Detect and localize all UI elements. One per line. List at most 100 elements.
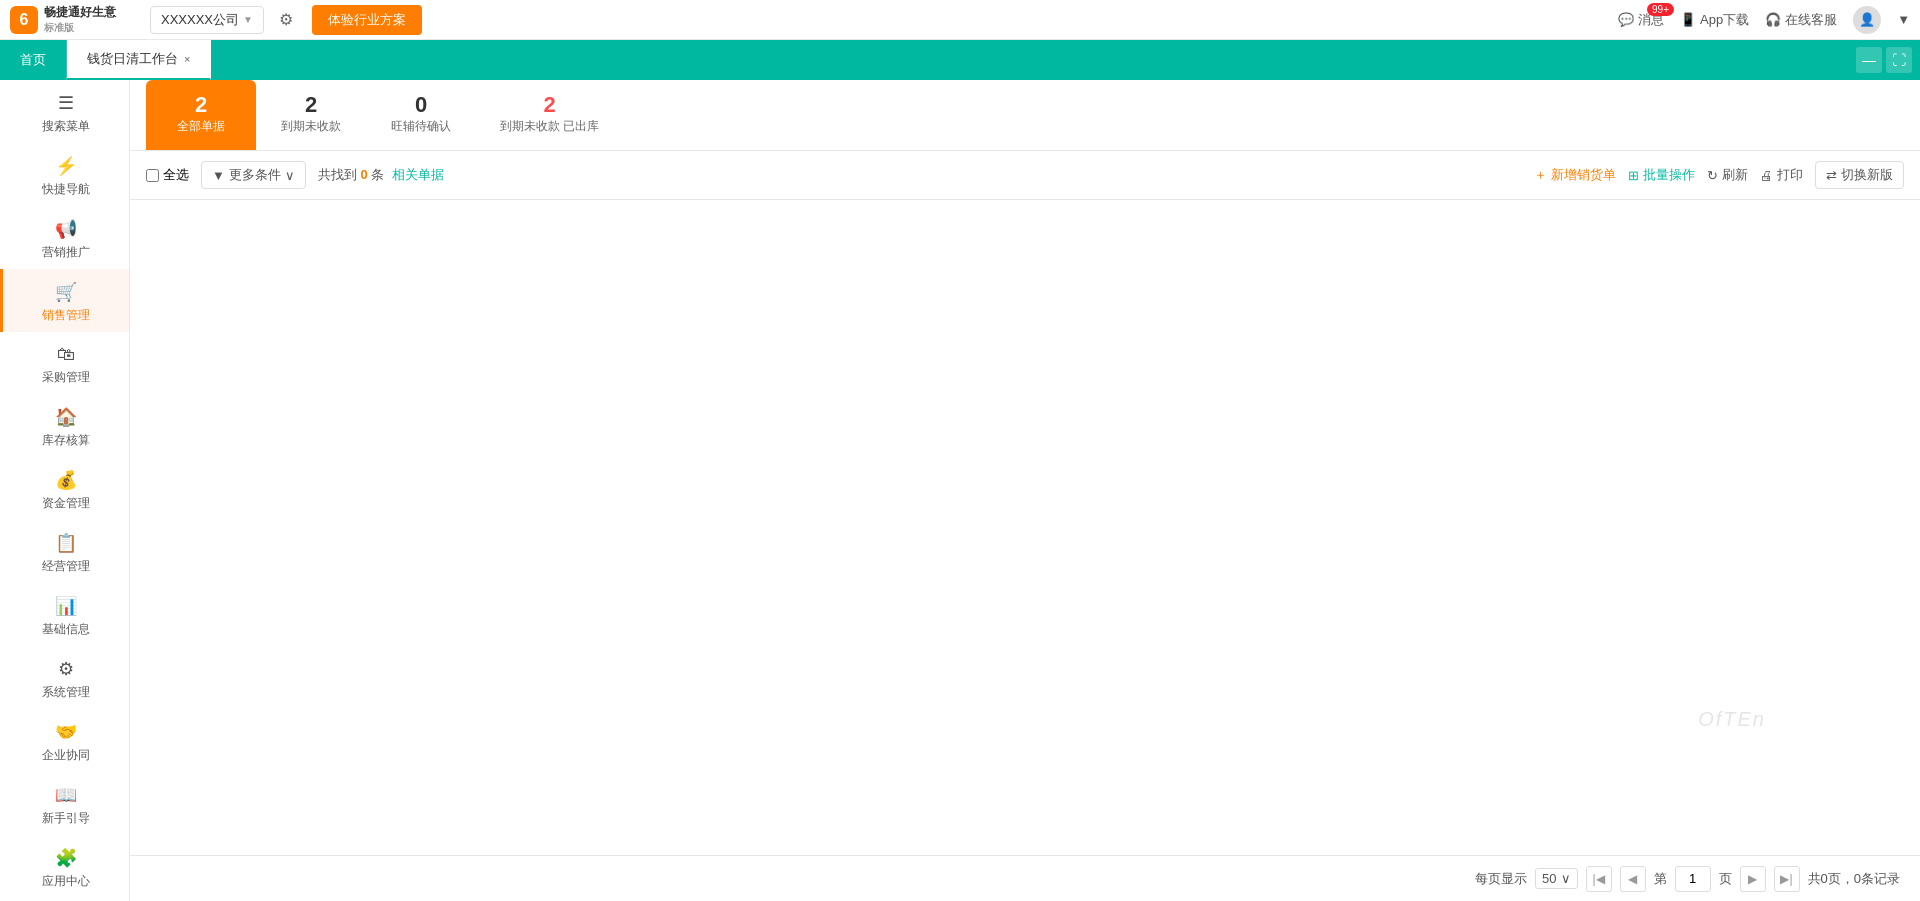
sidebar-item-system[interactable]: ⚙ 系统管理 xyxy=(0,646,129,709)
cooperation-icon: 🤝 xyxy=(55,721,77,743)
sidebar-item-quick-nav[interactable]: ⚡ 快捷导航 xyxy=(0,143,129,206)
table-area xyxy=(130,200,1920,855)
sidebar-item-guide[interactable]: 📖 新手引导 xyxy=(0,772,129,835)
sidebar-item-inventory[interactable]: 🏠 库存核算 xyxy=(0,394,129,457)
stat-shipped-num: 2 xyxy=(500,92,599,118)
toolbar: 全选 ▼ 更多条件 ∨ 共找到 0 条 相关单据 ＋ 新增销货单 ⊞ xyxy=(130,151,1920,200)
stat-pending-num: 0 xyxy=(390,92,452,118)
trial-button[interactable]: 体验行业方案 xyxy=(312,5,422,35)
tab-workbench-label: 钱货日清工作台 xyxy=(87,50,178,68)
sidebar-item-purchase[interactable]: 🛍 采购管理 xyxy=(0,332,129,394)
username[interactable]: ▼ xyxy=(1897,12,1910,27)
message-button[interactable]: 💬 消息 99+ xyxy=(1618,11,1664,29)
filter-icon: ▼ xyxy=(212,168,225,183)
message-icon: 💬 xyxy=(1618,12,1634,27)
app-download-button[interactable]: 📱 App下载 xyxy=(1680,11,1749,29)
print-button[interactable]: 🖨 打印 xyxy=(1760,166,1803,184)
tab-close-icon[interactable]: × xyxy=(184,53,190,65)
pagination-bar: 每页显示 50 ∨ |◀ ◀ 第 页 ▶ ▶| 共0页，0条记录 xyxy=(130,855,1920,901)
logo-main-text: 畅捷通好生意 xyxy=(44,4,116,21)
last-page-button[interactable]: ▶| xyxy=(1774,866,1800,892)
sidebar-item-quick-nav-label: 快捷导航 xyxy=(42,181,90,198)
select-all-checkbox[interactable]: 全选 xyxy=(146,166,189,184)
tab-home[interactable]: 首页 xyxy=(0,40,67,80)
select-all-input[interactable] xyxy=(146,169,159,182)
batch-icon: ⊞ xyxy=(1628,168,1639,183)
sidebar-item-basic-info-label: 基础信息 xyxy=(42,621,90,638)
inventory-icon: 🏠 xyxy=(55,406,77,428)
found-count-info: 共找到 0 条 相关单据 xyxy=(318,166,444,184)
sidebar-item-finance-label: 资金管理 xyxy=(42,495,90,512)
message-badge: 99+ xyxy=(1647,3,1674,16)
print-label: 打印 xyxy=(1777,166,1803,184)
topbar: 6 畅捷通好生意 标准版 XXXXXX公司 ▼ ⚙ 体验行业方案 💬 消息 99… xyxy=(0,0,1920,40)
sidebar-item-marketing[interactable]: 📢 营销推广 xyxy=(0,206,129,269)
stat-tab-all[interactable]: 2 全部单据 xyxy=(146,80,256,150)
tab-minimize-icon[interactable]: — xyxy=(1856,47,1882,73)
stat-tab-overdue[interactable]: 2 到期未收款 xyxy=(256,80,366,150)
tab-workbench[interactable]: 钱货日清工作台 × xyxy=(67,40,211,80)
first-page-button[interactable]: |◀ xyxy=(1586,866,1612,892)
add-sale-order-button[interactable]: ＋ 新增销货单 xyxy=(1534,166,1616,184)
stat-overdue-num: 2 xyxy=(280,92,342,118)
add-label: 新增销货单 xyxy=(1551,166,1616,184)
refresh-label: 刷新 xyxy=(1722,166,1748,184)
prev-page-button[interactable]: ◀ xyxy=(1620,866,1646,892)
batch-operation-button[interactable]: ⊞ 批量操作 xyxy=(1628,166,1695,184)
batch-label: 批量操作 xyxy=(1643,166,1695,184)
filter-label: 更多条件 xyxy=(229,166,281,184)
more-filters-button[interactable]: ▼ 更多条件 ∨ xyxy=(201,161,306,189)
tab-maximize-icon[interactable]: ⛶ xyxy=(1886,47,1912,73)
next-page-button[interactable]: ▶ xyxy=(1740,866,1766,892)
sidebar-item-basic-info[interactable]: 📊 基础信息 xyxy=(0,583,129,646)
stat-overdue-label: 到期未收款 xyxy=(281,119,341,133)
stat-tab-shipped[interactable]: 2 到期未收款 已出库 xyxy=(476,80,623,150)
page-size-value: 50 xyxy=(1542,871,1556,886)
stat-all-label: 全部单据 xyxy=(177,119,225,133)
sidebar-item-guide-label: 新手引导 xyxy=(42,810,90,827)
page-size-select[interactable]: 50 ∨ xyxy=(1535,868,1577,889)
page-number-input[interactable] xyxy=(1675,866,1711,892)
search-menu-icon: ☰ xyxy=(58,92,74,114)
content-area: 2 全部单据 2 到期未收款 0 旺辅待确认 2 到期未收款 已出库 全选 xyxy=(130,80,1920,901)
found-prefix: 共找到 xyxy=(318,167,357,182)
stats-tabs: 2 全部单据 2 到期未收款 0 旺辅待确认 2 到期未收款 已出库 xyxy=(130,80,1920,151)
app-center-icon: 🧩 xyxy=(55,847,77,869)
switch-new-version-button[interactable]: ⇄ 切换新版 xyxy=(1815,161,1904,189)
sidebar-item-search-label: 搜索菜单 xyxy=(42,118,90,135)
avatar[interactable]: 👤 xyxy=(1853,6,1881,34)
stat-tab-pending[interactable]: 0 旺辅待确认 xyxy=(366,80,476,150)
service-label: 在线客服 xyxy=(1785,11,1837,29)
refresh-button[interactable]: ↻ 刷新 xyxy=(1707,166,1748,184)
sidebar-item-cooperation[interactable]: 🤝 企业协同 xyxy=(0,709,129,772)
sidebar-item-finance[interactable]: 💰 资金管理 xyxy=(0,457,129,520)
topbar-right: 💬 消息 99+ 📱 App下载 🎧 在线客服 👤 ▼ xyxy=(1618,6,1910,34)
tab-right-buttons: — ⛶ xyxy=(1856,40,1920,80)
system-icon: ⚙ xyxy=(58,658,74,680)
sidebar-item-business[interactable]: 📋 经营管理 xyxy=(0,520,129,583)
business-icon: 📋 xyxy=(55,532,77,554)
settings-icon[interactable]: ⚙ xyxy=(272,6,300,34)
purchase-icon: 🛍 xyxy=(57,344,75,365)
company-selector[interactable]: XXXXXX公司 ▼ xyxy=(150,6,264,34)
add-icon: ＋ xyxy=(1534,166,1547,184)
sidebar-item-cooperation-label: 企业协同 xyxy=(42,747,90,764)
sidebar-item-purchase-label: 采购管理 xyxy=(42,369,90,386)
found-link[interactable]: 相关单据 xyxy=(392,167,444,182)
sidebar-item-search[interactable]: ☰ 搜索菜单 xyxy=(0,80,129,143)
sidebar-item-sales[interactable]: 🛒 销售管理 xyxy=(0,269,129,332)
sidebar-item-inventory-label: 库存核算 xyxy=(42,432,90,449)
app-label: App下载 xyxy=(1700,11,1749,29)
guide-icon: 📖 xyxy=(55,784,77,806)
online-service-button[interactable]: 🎧 在线客服 xyxy=(1765,11,1837,29)
sidebar-item-system-label: 系统管理 xyxy=(42,684,90,701)
tab-home-label: 首页 xyxy=(20,51,46,69)
switch-label: 切换新版 xyxy=(1841,166,1893,184)
sidebar-item-app-center[interactable]: 🧩 应用中心 xyxy=(0,835,129,898)
main-layout: ☰ 搜索菜单 ⚡ 快捷导航 📢 营销推广 🛒 销售管理 🛍 采购管理 🏠 库存核… xyxy=(0,80,1920,901)
sidebar: ☰ 搜索菜单 ⚡ 快捷导航 📢 营销推广 🛒 销售管理 🛍 采购管理 🏠 库存核… xyxy=(0,80,130,901)
logo-icon: 6 xyxy=(10,6,38,34)
sales-icon: 🛒 xyxy=(55,281,77,303)
sidebar-item-app-center-label: 应用中心 xyxy=(42,873,90,890)
company-arrow-icon: ▼ xyxy=(243,14,253,25)
